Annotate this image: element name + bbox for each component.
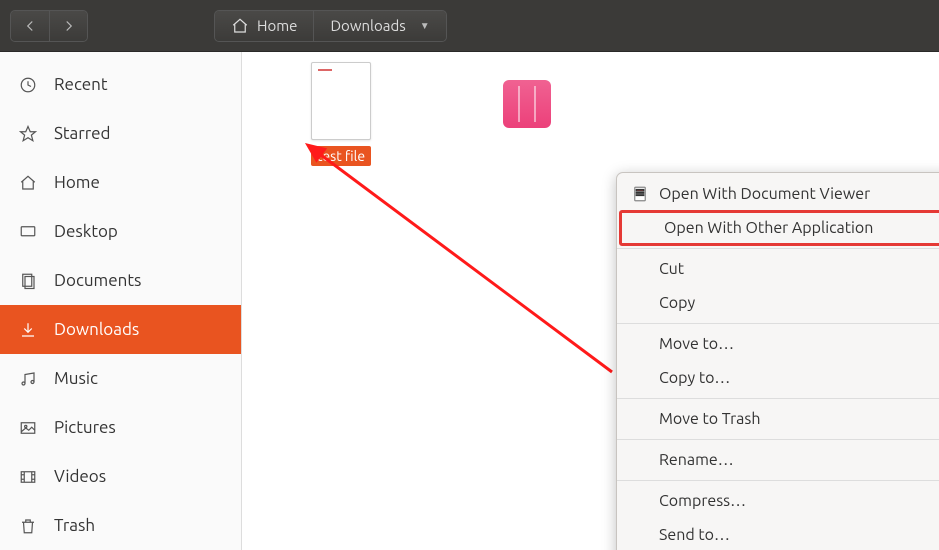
picture-icon — [18, 419, 38, 437]
menu-label: Send to… — [659, 526, 939, 544]
menu-label: Copy — [659, 294, 939, 312]
menu-rename[interactable]: Rename… F2 — [617, 443, 939, 477]
sidebar-item-starred[interactable]: Starred — [0, 109, 241, 158]
menu-move-to[interactable]: Move to… — [617, 327, 939, 361]
file-name: test file — [311, 146, 371, 166]
sidebar-item-label: Desktop — [54, 222, 118, 241]
sidebar: Recent Starred Home Desktop Documents Do… — [0, 52, 242, 550]
menu-open-with-document-viewer[interactable]: Open With Document Viewer Return — [617, 177, 939, 211]
menu-separator — [617, 480, 939, 481]
desktop-icon — [18, 223, 38, 241]
sidebar-item-recent[interactable]: Recent — [0, 60, 241, 109]
sidebar-item-label: Documents — [54, 271, 141, 290]
menu-send-to[interactable]: Send to… — [617, 518, 939, 550]
sidebar-item-documents[interactable]: Documents — [0, 256, 241, 305]
breadcrumb-label: Home — [257, 17, 297, 34]
home-icon — [18, 174, 38, 192]
menu-move-to-trash[interactable]: Move to Trash Delete — [617, 402, 939, 436]
sidebar-item-videos[interactable]: Videos — [0, 452, 241, 501]
sidebar-item-label: Pictures — [54, 418, 116, 437]
sidebar-item-label: Downloads — [54, 320, 139, 339]
sidebar-item-label: Home — [54, 173, 100, 192]
app-icon — [503, 80, 551, 128]
menu-label: Open With Document Viewer — [659, 185, 939, 203]
video-icon — [18, 468, 38, 486]
file-item-selected[interactable]: test file — [296, 62, 386, 166]
documents-icon — [18, 272, 38, 290]
menu-copy-to[interactable]: Copy to… — [617, 361, 939, 395]
breadcrumb: Home Downloads ▼ — [214, 10, 447, 42]
menu-copy[interactable]: Copy Ctrl+C — [617, 286, 939, 320]
forward-button[interactable] — [49, 11, 87, 41]
breadcrumb-home[interactable]: Home — [215, 11, 313, 41]
menu-label: Move to Trash — [659, 410, 939, 428]
sidebar-item-label: Trash — [54, 516, 95, 535]
sidebar-item-label: Recent — [54, 75, 108, 94]
history-nav — [10, 10, 88, 42]
menu-cut[interactable]: Cut Ctrl+X — [617, 252, 939, 286]
sidebar-item-pictures[interactable]: Pictures — [0, 403, 241, 452]
menu-separator — [617, 248, 939, 249]
annotation-arrow — [302, 142, 622, 382]
menu-separator — [617, 398, 939, 399]
file-item[interactable] — [482, 80, 572, 128]
menu-label: Cut — [659, 260, 939, 278]
music-icon — [18, 370, 38, 388]
toolbar: Home Downloads ▼ — [0, 0, 939, 52]
sidebar-item-label: Videos — [54, 467, 106, 486]
star-icon — [18, 125, 38, 143]
sidebar-item-desktop[interactable]: Desktop — [0, 207, 241, 256]
chevron-right-icon — [60, 17, 78, 35]
sidebar-item-downloads[interactable]: Downloads — [0, 305, 241, 354]
context-menu: Open With Document Viewer Return Open Wi… — [616, 172, 939, 550]
chevron-down-icon: ▼ — [420, 20, 430, 32]
sidebar-item-home[interactable]: Home — [0, 158, 241, 207]
sidebar-item-label: Music — [54, 369, 98, 388]
menu-label: Compress… — [659, 492, 939, 510]
file-view[interactable]: test file Open With Document Viewer Retu… — [242, 52, 939, 550]
breadcrumb-label: Downloads — [330, 17, 405, 34]
menu-separator — [617, 323, 939, 324]
menu-label: Open With Other Application — [664, 219, 939, 237]
sidebar-item-label: Starred — [54, 124, 111, 143]
menu-label: Rename… — [659, 451, 939, 469]
chevron-left-icon — [21, 17, 39, 35]
menu-separator — [617, 439, 939, 440]
document-icon — [631, 185, 649, 203]
menu-open-with-other-application[interactable]: Open With Other Application — [619, 210, 939, 246]
document-thumb-icon — [311, 62, 371, 140]
trash-icon — [18, 517, 38, 535]
menu-compress[interactable]: Compress… — [617, 484, 939, 518]
home-icon — [231, 17, 249, 35]
sidebar-item-music[interactable]: Music — [0, 354, 241, 403]
menu-label: Copy to… — [659, 369, 939, 387]
breadcrumb-downloads[interactable]: Downloads ▼ — [313, 11, 445, 41]
back-button[interactable] — [11, 11, 49, 41]
sidebar-item-trash[interactable]: Trash — [0, 501, 241, 550]
menu-label: Move to… — [659, 335, 939, 353]
download-icon — [18, 321, 38, 339]
clock-icon — [18, 76, 38, 94]
